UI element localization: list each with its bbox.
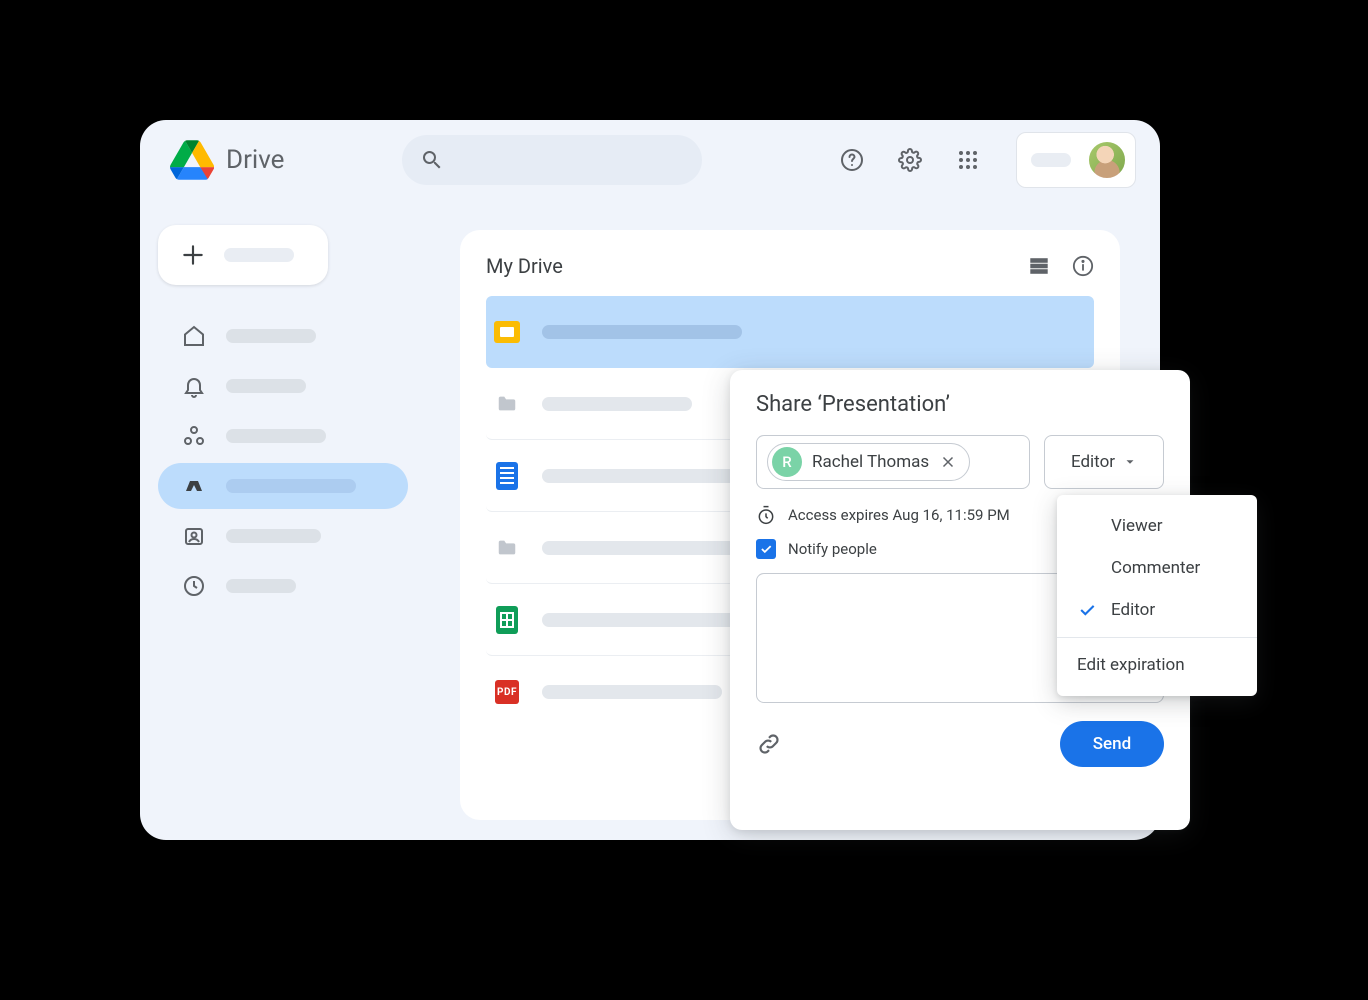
content-title[interactable]: My Drive xyxy=(486,254,563,278)
file-name-placeholder xyxy=(542,397,692,411)
check-icon xyxy=(759,542,773,556)
copy-link-icon[interactable] xyxy=(756,731,782,757)
app-logo: Drive xyxy=(170,140,284,180)
drive-logo-icon xyxy=(170,140,214,180)
person-chip-name: Rachel Thomas xyxy=(812,452,929,472)
plus-icon xyxy=(180,242,206,268)
caret-down-icon xyxy=(1123,455,1137,469)
role-dropdown[interactable]: Editor xyxy=(1044,435,1164,489)
person-chip-avatar: R xyxy=(772,447,802,477)
account-switcher[interactable] xyxy=(1016,132,1136,188)
search-input[interactable] xyxy=(402,135,702,185)
help-icon xyxy=(840,148,864,172)
sidebar-item-shared[interactable] xyxy=(158,513,408,559)
pdf-icon: PDF xyxy=(494,679,520,705)
sidebar-item-activity[interactable] xyxy=(158,363,408,409)
chip-remove-icon[interactable] xyxy=(939,453,957,471)
file-row-slides[interactable] xyxy=(486,296,1094,368)
help-button[interactable] xyxy=(832,140,872,180)
drive-icon xyxy=(182,474,206,498)
role-option-commenter[interactable]: Commenter xyxy=(1057,547,1257,589)
home-icon xyxy=(182,324,206,348)
sidebar-item-label xyxy=(226,329,316,343)
role-menu: Viewer Commenter Editor Edit expiration xyxy=(1057,495,1257,696)
workspaces-icon xyxy=(182,424,206,448)
role-option-label: Edit expiration xyxy=(1077,655,1185,675)
sidebar-item-label xyxy=(226,529,321,543)
file-name-placeholder xyxy=(542,469,742,483)
share-people-input[interactable]: R Rachel Thomas xyxy=(756,435,1030,489)
info-icon[interactable] xyxy=(1072,255,1094,277)
timer-icon xyxy=(756,505,776,525)
account-label-placeholder xyxy=(1031,153,1071,167)
search-icon xyxy=(420,148,444,172)
sidebar xyxy=(158,225,408,613)
bell-icon xyxy=(182,374,206,398)
new-button[interactable] xyxy=(158,225,328,285)
sidebar-item-label xyxy=(226,479,356,493)
role-option-label: Viewer xyxy=(1111,516,1163,536)
send-button[interactable]: Send xyxy=(1060,721,1164,767)
docs-icon xyxy=(494,463,520,489)
sidebar-item-home[interactable] xyxy=(158,313,408,359)
content-header: My Drive xyxy=(486,254,1094,278)
file-name-placeholder xyxy=(542,325,742,339)
settings-button[interactable] xyxy=(890,140,930,180)
sidebar-item-label xyxy=(226,579,296,593)
sidebar-item-mydrive[interactable] xyxy=(158,463,408,509)
apps-icon xyxy=(956,148,980,172)
menu-divider xyxy=(1057,637,1257,638)
role-option-viewer[interactable]: Viewer xyxy=(1057,505,1257,547)
notify-label: Notify people xyxy=(788,540,877,558)
user-avatar[interactable] xyxy=(1087,140,1127,180)
file-name-placeholder xyxy=(542,685,722,699)
role-option-label: Editor xyxy=(1111,600,1155,620)
role-dropdown-label: Editor xyxy=(1071,452,1115,472)
slides-icon xyxy=(494,319,520,345)
role-option-editor[interactable]: Editor xyxy=(1057,589,1257,631)
sidebar-item-recent[interactable] xyxy=(158,563,408,609)
sidebar-item-label xyxy=(226,379,306,393)
person-chip[interactable]: R Rachel Thomas xyxy=(767,443,970,481)
apps-button[interactable] xyxy=(948,140,988,180)
app-name: Drive xyxy=(226,145,284,175)
folder-icon xyxy=(494,391,520,417)
new-button-label-placeholder xyxy=(224,248,294,262)
gear-icon xyxy=(898,148,922,172)
sheets-icon xyxy=(494,607,520,633)
share-dialog-title: Share ‘Presentation’ xyxy=(756,392,1164,417)
check-icon xyxy=(1077,600,1097,620)
sidebar-item-workspaces[interactable] xyxy=(158,413,408,459)
list-view-icon[interactable] xyxy=(1028,255,1050,277)
role-option-edit-expiration[interactable]: Edit expiration xyxy=(1057,644,1257,686)
folder-icon xyxy=(494,535,520,561)
clock-icon xyxy=(182,574,206,598)
notify-checkbox[interactable] xyxy=(756,539,776,559)
app-header: Drive xyxy=(140,120,1160,200)
role-option-label: Commenter xyxy=(1111,558,1200,578)
shared-icon xyxy=(182,524,206,548)
sidebar-item-label xyxy=(226,429,326,443)
expiration-text: Access expires Aug 16, 11:59 PM xyxy=(788,506,1010,524)
